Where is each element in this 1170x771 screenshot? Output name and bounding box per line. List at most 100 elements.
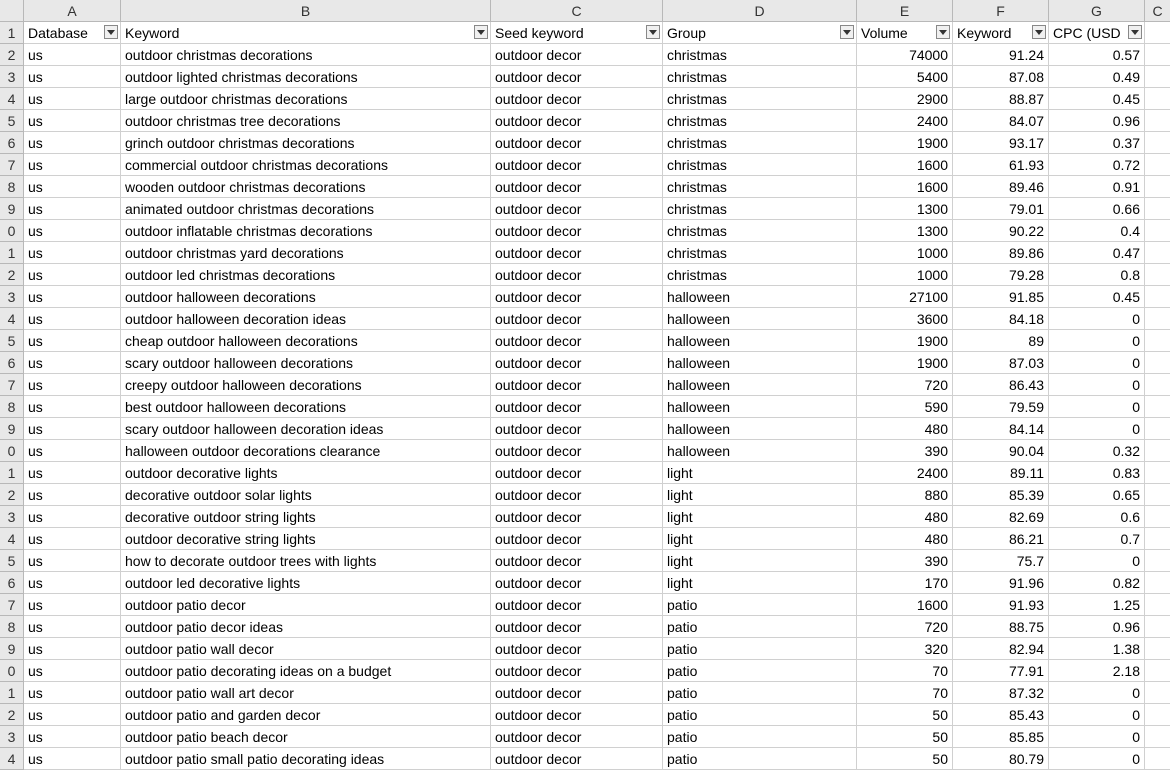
cell-cpc[interactable]: 0 xyxy=(1049,704,1145,726)
cell-database[interactable]: us xyxy=(24,242,121,264)
row-header[interactable]: 1 xyxy=(0,462,24,484)
cell-volume[interactable]: 1600 xyxy=(857,176,953,198)
cell-database[interactable]: us xyxy=(24,286,121,308)
cell-seed[interactable]: outdoor decor xyxy=(491,66,663,88)
cell-volume[interactable]: 720 xyxy=(857,374,953,396)
cell-group[interactable]: christmas xyxy=(663,88,857,110)
cell-keyword[interactable]: decorative outdoor solar lights xyxy=(121,484,491,506)
cell-volume[interactable]: 1300 xyxy=(857,198,953,220)
cell-keyword[interactable]: outdoor patio and garden decor xyxy=(121,704,491,726)
cell-seed[interactable]: outdoor decor xyxy=(491,44,663,66)
cell-keyword[interactable]: outdoor halloween decorations xyxy=(121,286,491,308)
cell-cpc[interactable]: 0.91 xyxy=(1049,176,1145,198)
row-header[interactable]: 3 xyxy=(0,66,24,88)
cell-keyword[interactable]: outdoor halloween decoration ideas xyxy=(121,308,491,330)
cell-seed[interactable]: outdoor decor xyxy=(491,506,663,528)
cell-group[interactable]: halloween xyxy=(663,286,857,308)
cell-volume[interactable]: 590 xyxy=(857,396,953,418)
cell-partial[interactable] xyxy=(1145,462,1170,484)
cell-group[interactable]: christmas xyxy=(663,242,857,264)
cell-kd[interactable]: 89.11 xyxy=(953,462,1049,484)
cell-group[interactable]: halloween xyxy=(663,374,857,396)
cell-keyword[interactable]: outdoor lighted christmas decorations xyxy=(121,66,491,88)
cell-seed[interactable]: outdoor decor xyxy=(491,308,663,330)
cell-seed[interactable]: outdoor decor xyxy=(491,110,663,132)
cell-partial[interactable] xyxy=(1145,484,1170,506)
cell-kd[interactable]: 88.75 xyxy=(953,616,1049,638)
cell-database[interactable]: us xyxy=(24,748,121,770)
cell-database[interactable]: us xyxy=(24,66,121,88)
cell-seed[interactable]: outdoor decor xyxy=(491,440,663,462)
cell-keyword[interactable]: outdoor decorative lights xyxy=(121,462,491,484)
cell-group[interactable]: halloween xyxy=(663,330,857,352)
cell-volume[interactable]: 50 xyxy=(857,726,953,748)
cell-kd[interactable]: 89.46 xyxy=(953,176,1049,198)
cell-kd[interactable]: 93.17 xyxy=(953,132,1049,154)
cell-group[interactable]: halloween xyxy=(663,396,857,418)
cell-partial[interactable] xyxy=(1145,132,1170,154)
cell-database[interactable]: us xyxy=(24,374,121,396)
cell-database[interactable]: us xyxy=(24,506,121,528)
cell-kd[interactable]: 91.93 xyxy=(953,594,1049,616)
cell-database[interactable]: us xyxy=(24,110,121,132)
cell-database[interactable]: us xyxy=(24,44,121,66)
cell-volume[interactable]: 2900 xyxy=(857,88,953,110)
header-cell-F[interactable]: Keyword xyxy=(953,22,1049,44)
header-cell-C[interactable]: Seed keyword xyxy=(491,22,663,44)
cell-group[interactable]: patio xyxy=(663,616,857,638)
row-header[interactable]: 5 xyxy=(0,550,24,572)
cell-cpc[interactable]: 0.72 xyxy=(1049,154,1145,176)
cell-volume[interactable]: 1900 xyxy=(857,132,953,154)
cell-seed[interactable]: outdoor decor xyxy=(491,242,663,264)
row-header[interactable]: 2 xyxy=(0,264,24,286)
row-header[interactable]: 5 xyxy=(0,110,24,132)
cell-cpc[interactable]: 0.47 xyxy=(1049,242,1145,264)
cell-cpc[interactable]: 0.32 xyxy=(1049,440,1145,462)
row-header-1[interactable]: 1 xyxy=(0,22,24,44)
row-header[interactable]: 0 xyxy=(0,220,24,242)
cell-cpc[interactable]: 0.65 xyxy=(1049,484,1145,506)
cell-partial[interactable] xyxy=(1145,748,1170,770)
cell-kd[interactable]: 82.94 xyxy=(953,638,1049,660)
cell-keyword[interactable]: how to decorate outdoor trees with light… xyxy=(121,550,491,572)
cell-group[interactable]: light xyxy=(663,572,857,594)
cell-kd[interactable]: 85.39 xyxy=(953,484,1049,506)
cell-partial[interactable] xyxy=(1145,572,1170,594)
row-header[interactable]: 8 xyxy=(0,616,24,638)
cell-seed[interactable]: outdoor decor xyxy=(491,660,663,682)
row-header[interactable]: 3 xyxy=(0,506,24,528)
cell-database[interactable]: us xyxy=(24,176,121,198)
cell-cpc[interactable]: 0.7 xyxy=(1049,528,1145,550)
cell-partial[interactable] xyxy=(1145,374,1170,396)
cell-cpc[interactable]: 0.96 xyxy=(1049,616,1145,638)
cell-cpc[interactable]: 0.45 xyxy=(1049,286,1145,308)
cell-group[interactable]: patio xyxy=(663,704,857,726)
cell-cpc[interactable]: 0.82 xyxy=(1049,572,1145,594)
row-header[interactable]: 6 xyxy=(0,132,24,154)
cell-volume[interactable]: 70 xyxy=(857,660,953,682)
cell-group[interactable]: christmas xyxy=(663,154,857,176)
cell-partial[interactable] xyxy=(1145,154,1170,176)
cell-partial[interactable] xyxy=(1145,110,1170,132)
filter-dropdown-icon[interactable] xyxy=(474,25,488,39)
cell-keyword[interactable]: outdoor patio wall art decor xyxy=(121,682,491,704)
row-header[interactable]: 2 xyxy=(0,704,24,726)
cell-partial[interactable] xyxy=(1145,242,1170,264)
cell-partial[interactable] xyxy=(1145,308,1170,330)
cell-keyword[interactable]: commercial outdoor christmas decorations xyxy=(121,154,491,176)
cell-partial[interactable] xyxy=(1145,550,1170,572)
cell-keyword[interactable]: outdoor decorative string lights xyxy=(121,528,491,550)
column-header-B[interactable]: B xyxy=(121,0,491,22)
row-header[interactable]: 0 xyxy=(0,660,24,682)
cell-kd[interactable]: 87.08 xyxy=(953,66,1049,88)
cell-keyword[interactable]: scary outdoor halloween decorations xyxy=(121,352,491,374)
cell-seed[interactable]: outdoor decor xyxy=(491,682,663,704)
cell-volume[interactable]: 70 xyxy=(857,682,953,704)
row-header[interactable]: 4 xyxy=(0,528,24,550)
cell-kd[interactable]: 86.43 xyxy=(953,374,1049,396)
cell-volume[interactable]: 50 xyxy=(857,748,953,770)
cell-volume[interactable]: 390 xyxy=(857,440,953,462)
column-header-C[interactable]: C xyxy=(491,0,663,22)
cell-database[interactable]: us xyxy=(24,682,121,704)
cell-volume[interactable]: 5400 xyxy=(857,66,953,88)
